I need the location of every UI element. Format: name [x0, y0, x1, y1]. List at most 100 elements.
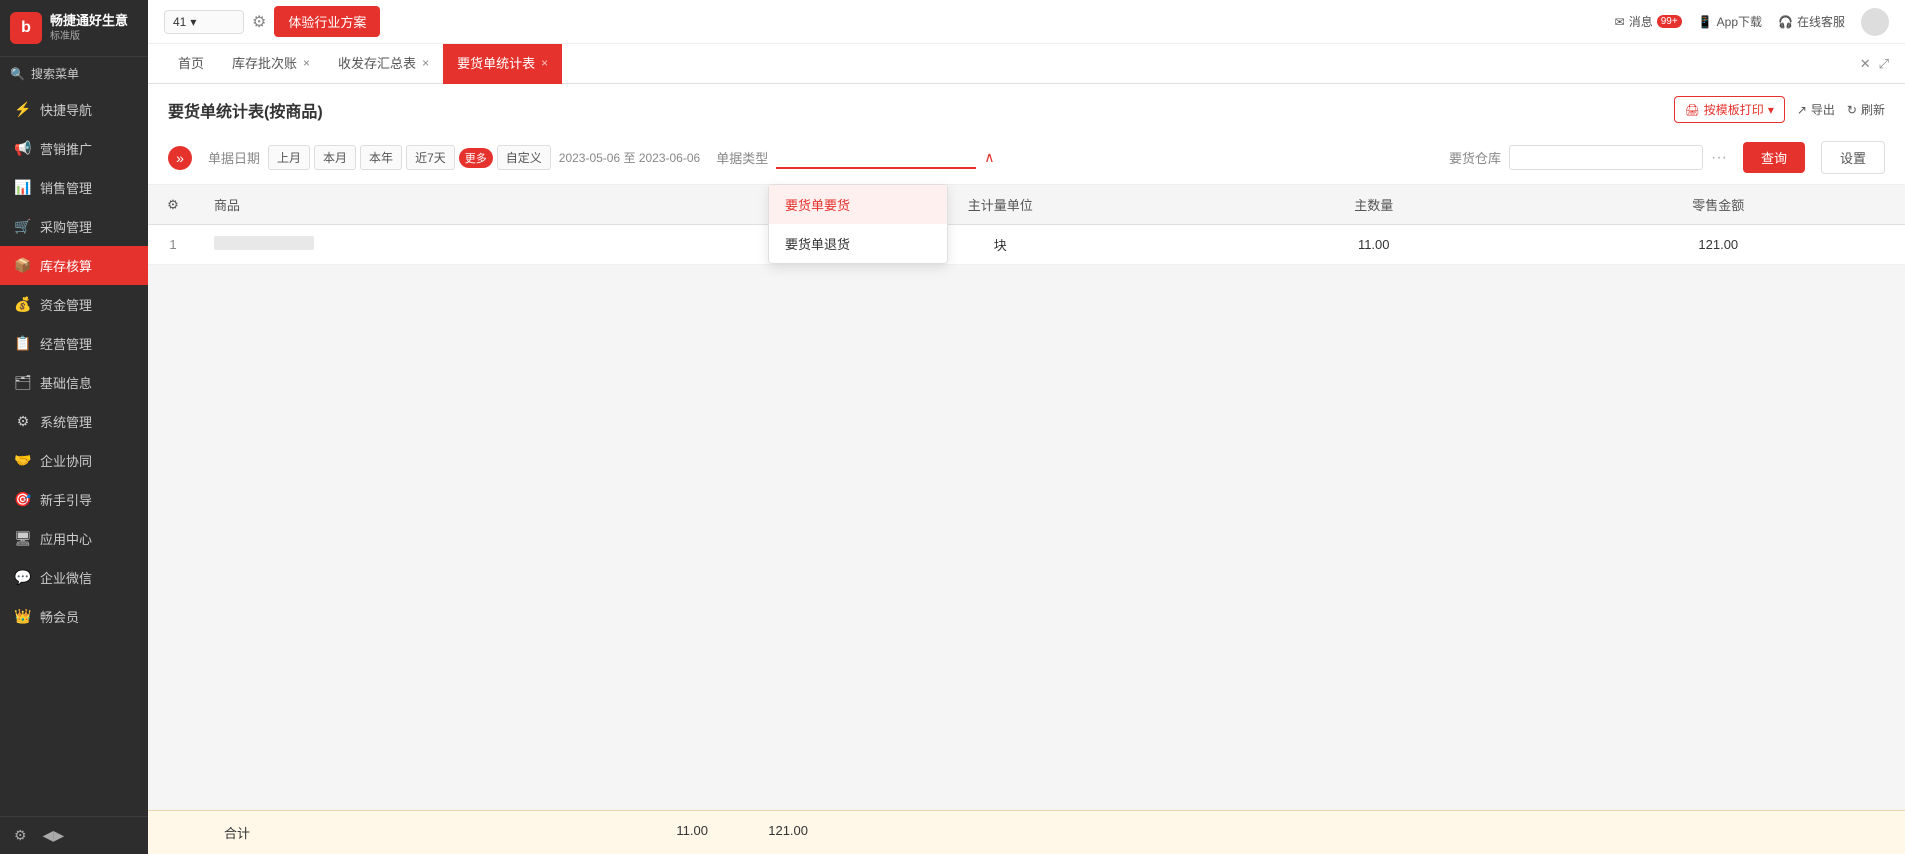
sidebar-item-inventory[interactable]: 📦 库存核算	[0, 246, 148, 285]
search-menu-label: 搜索菜单	[31, 65, 79, 82]
app-download-action[interactable]: 📱 App下载	[1698, 13, 1762, 30]
dropdown-item-order-return[interactable]: 要货单退货	[769, 224, 947, 263]
last-7-days-btn[interactable]: 近7天	[406, 145, 455, 170]
tabs-end: ✕ ⤢	[1860, 56, 1889, 72]
type-filter-group: 单据类型 ∧	[716, 146, 1433, 169]
sidebar-item-marketing[interactable]: 📢营销推广	[0, 129, 148, 168]
nav-icon-basic: 🗂	[14, 374, 32, 392]
nav-icon-operation: 📋	[14, 335, 32, 353]
company-selector[interactable]: 41 ▾	[164, 10, 244, 34]
warehouse-more-icon[interactable]: ···	[1711, 149, 1727, 167]
online-service-action[interactable]: 🎧 在线客服	[1778, 13, 1845, 30]
this-month-btn[interactable]: 本月	[314, 145, 356, 170]
app-download-label: App下载	[1717, 13, 1762, 30]
date-options: 上月 本月 本年 近7天 更多 自定义	[268, 145, 551, 170]
table-area: ⚙ 商品 主计量单位 主数量 零售金额 1 块 11.00	[148, 185, 1905, 265]
this-year-btn[interactable]: 本年	[360, 145, 402, 170]
data-table: ⚙ 商品 主计量单位 主数量 零售金额 1 块 11.00	[148, 185, 1905, 265]
nav-icon-purchase: 🛒	[14, 218, 32, 236]
nav-icon-inventory: 📦	[14, 257, 32, 275]
search-icon: 🔍	[10, 67, 25, 81]
nav-label-cooperation: 企业协同	[40, 451, 92, 470]
page-header: 要货单统计表(按商品) 🖨 按模板打印 ▾ ↗ 导出 ↻ 刷新	[148, 84, 1905, 131]
sidebar-footer: ⚙ ◀▶	[0, 816, 148, 854]
export-button[interactable]: ↗ 导出	[1797, 101, 1835, 118]
main-area: 41 ▾ ⚙ 体验行业方案 ✉ 消息 99+ 📱 App下载 🎧 在线客服	[148, 0, 1905, 854]
sidebar-item-guide[interactable]: 🎯新手引导	[0, 480, 148, 519]
sidebar-item-wechat[interactable]: 💬企业微信	[0, 558, 148, 597]
filter-expand-button[interactable]: »	[168, 146, 192, 170]
sidebar-item-operation[interactable]: 📋 经营管理	[0, 324, 148, 363]
nav-label-finance: 资金管理	[40, 295, 92, 314]
col-settings-header[interactable]: ⚙	[148, 185, 198, 225]
table-body: 1 块 11.00 121.00	[148, 225, 1905, 265]
refresh-button[interactable]: ↻ 刷新	[1847, 101, 1885, 118]
tabs-close-all-icon[interactable]: ✕	[1860, 56, 1871, 72]
nav-icon-marketing: 📢	[14, 140, 32, 158]
dropdown-item-order-goods[interactable]: 要货单要货	[769, 185, 947, 224]
tab-inventory-batch[interactable]: 库存批次账 ×	[218, 44, 324, 84]
collapse-menu-icon[interactable]: ◀▶	[43, 827, 65, 844]
print-dropdown-icon: ▾	[1768, 103, 1774, 117]
topbar: 41 ▾ ⚙ 体验行业方案 ✉ 消息 99+ 📱 App下载 🎧 在线客服	[148, 0, 1905, 44]
nav-label-operation: 经营管理	[40, 334, 92, 353]
sidebar-item-quick-nav[interactable]: ⚡快捷导航	[0, 90, 148, 129]
user-avatar[interactable]	[1861, 8, 1889, 36]
table-container: ⚙ 商品 主计量单位 主数量 零售金额 1 块 11.00	[148, 185, 1905, 265]
row-quantity: 11.00	[1216, 225, 1532, 265]
nav-label-quick-nav: 快捷导航	[40, 100, 92, 119]
tab-inventory-batch-close[interactable]: ×	[303, 56, 310, 70]
tabs-expand-icon[interactable]: ⤢	[1879, 56, 1889, 72]
row-amount: 121.00	[1532, 225, 1905, 265]
sidebar-nav: ⚡快捷导航📢营销推广📊销售管理 🛒 采购管理 📦 库存核算 💰 资金管理 📋 经营管理 🗂基础信息…	[0, 90, 148, 816]
messages-action[interactable]: ✉ 消息 99+	[1615, 13, 1682, 30]
custom-date-btn[interactable]: 自定义	[497, 145, 551, 170]
refresh-icon: ↻	[1847, 103, 1857, 117]
export-icon: ↗	[1797, 103, 1807, 117]
page-actions: 🖨 按模板打印 ▾ ↗ 导出 ↻ 刷新	[1674, 96, 1885, 123]
query-button[interactable]: 查询	[1743, 142, 1805, 173]
tab-order-stats-close[interactable]: ×	[541, 56, 548, 70]
date-range-display: 2023-05-06 至 2023-06-06	[559, 149, 700, 166]
online-service-icon: 🎧	[1778, 15, 1793, 29]
warehouse-input[interactable]	[1509, 145, 1703, 170]
search-menu[interactable]: 🔍 搜索菜单	[0, 57, 148, 90]
sidebar-item-sales[interactable]: 📊销售管理	[0, 168, 148, 207]
logo-icon: b	[10, 12, 42, 44]
more-badge[interactable]: 更多	[459, 148, 493, 168]
type-select-input[interactable]	[776, 146, 976, 169]
tab-home[interactable]: 首页	[164, 44, 218, 84]
nav-icon-finance: 💰	[14, 296, 32, 314]
last-month-btn[interactable]: 上月	[268, 145, 310, 170]
table-footer: 合计 11.00 121.00	[148, 810, 1905, 854]
tab-receive-summary[interactable]: 收发存汇总表 ×	[324, 44, 443, 84]
trial-button[interactable]: 体验行业方案	[274, 6, 380, 37]
sidebar-item-member[interactable]: 👑畅会员	[0, 597, 148, 636]
sidebar-item-purchase[interactable]: 🛒 采购管理	[0, 207, 148, 246]
nav-label-inventory: 库存核算	[40, 256, 92, 275]
messages-icon: ✉	[1615, 15, 1625, 29]
settings-button[interactable]: 设置	[1821, 141, 1885, 174]
print-button[interactable]: 🖨 按模板打印 ▾	[1674, 96, 1785, 123]
tab-receive-summary-label: 收发存汇总表	[338, 53, 416, 72]
tab-receive-summary-close[interactable]: ×	[422, 56, 429, 70]
topbar-left: 41 ▾ ⚙ 体验行业方案	[164, 6, 1603, 37]
sidebar-item-appstore[interactable]: 🖥应用中心	[0, 519, 148, 558]
online-service-label: 在线客服	[1797, 13, 1845, 30]
messages-badge: 99+	[1657, 15, 1682, 28]
type-dropdown-arrow[interactable]: ∧	[984, 149, 994, 166]
sidebar-item-basic[interactable]: 🗂基础信息	[0, 363, 148, 402]
topbar-settings-icon[interactable]: ⚙	[252, 12, 266, 32]
tab-order-stats[interactable]: 要货单统计表 ×	[443, 44, 562, 84]
settings-footer-icon[interactable]: ⚙	[14, 827, 27, 844]
sidebar-item-system[interactable]: ⚙系统管理	[0, 402, 148, 441]
sidebar-item-finance[interactable]: 💰 资金管理	[0, 285, 148, 324]
col-amount-header: 零售金额	[1532, 185, 1905, 225]
type-dropdown: 要货单要货 要货单退货	[768, 184, 948, 264]
sidebar-item-cooperation[interactable]: 🤝企业协同	[0, 441, 148, 480]
company-dropdown-icon: ▾	[190, 15, 196, 29]
nav-label-sales: 销售管理	[40, 178, 92, 197]
nav-label-purchase: 采购管理	[40, 217, 92, 236]
tabs-bar: 首页 库存批次账 × 收发存汇总表 × 要货单统计表 × ✕ ⤢	[148, 44, 1905, 84]
filter-bar: » 单据日期 上月 本月 本年 近7天 更多 自定义 2023-05-06 至 …	[148, 131, 1905, 185]
